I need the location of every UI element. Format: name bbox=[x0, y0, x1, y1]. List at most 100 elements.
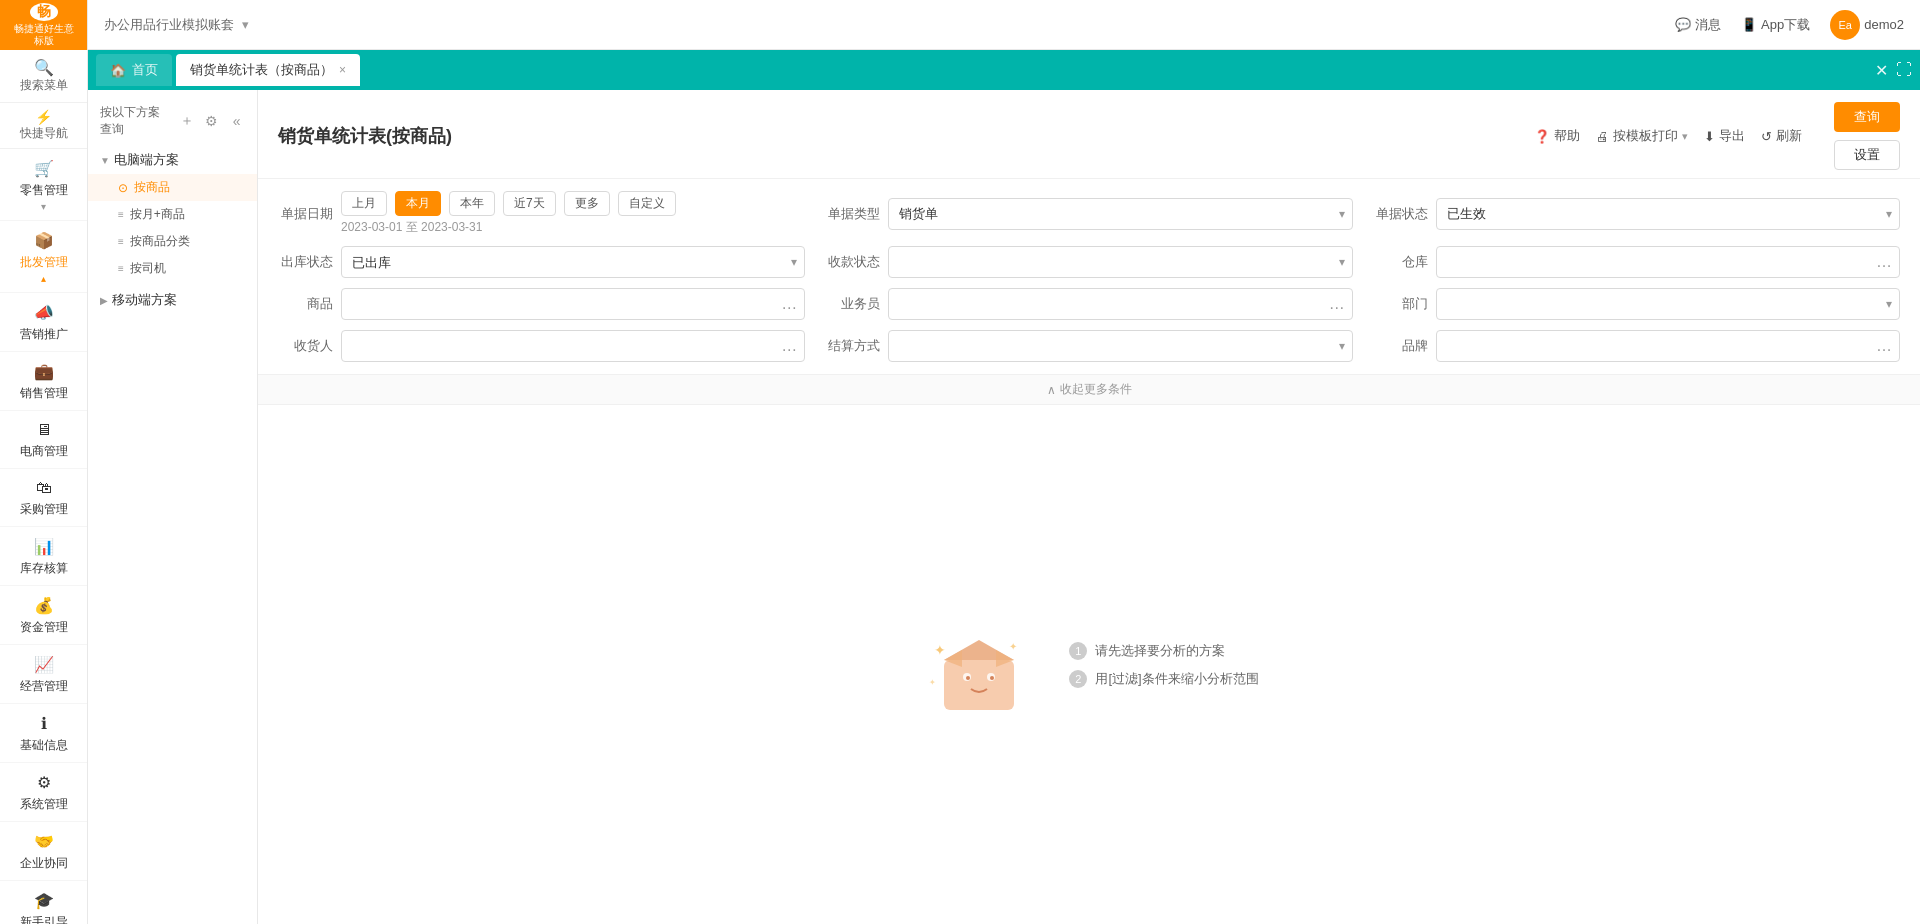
warehouse-dots-btn[interactable]: … bbox=[1876, 253, 1892, 271]
sidebar-newbie-label: 新手引导 bbox=[20, 914, 68, 924]
sidebar-item-system[interactable]: ⚙ 系统管理 bbox=[0, 763, 87, 822]
outstatus-select[interactable]: 已出库 bbox=[341, 246, 805, 278]
date-btn-more[interactable]: 更多 bbox=[564, 191, 610, 216]
scheme-group-mobile-header[interactable]: ▶ 移动端方案 bbox=[88, 286, 257, 314]
date-btn-7days[interactable]: 近7天 bbox=[503, 191, 556, 216]
svg-text:✦: ✦ bbox=[929, 678, 936, 687]
sidebar-item-inventory[interactable]: 📊 库存核算 bbox=[0, 527, 87, 586]
collectstatus-select[interactable] bbox=[888, 246, 1352, 278]
tab-close-window-icon[interactable]: ✕ bbox=[1875, 61, 1888, 80]
export-label: 导出 bbox=[1719, 127, 1745, 145]
empty-state: ✦ ✦ ✦ 1 请先选择要分析的方案 2 用[过滤]条件来缩小分析范围 bbox=[258, 405, 1920, 924]
sidebar-item-enterprise[interactable]: 🤝 企业协同 bbox=[0, 822, 87, 881]
type-select[interactable]: 销货单 bbox=[888, 198, 1352, 230]
status-control: 已生效 bbox=[1436, 198, 1900, 230]
date-btn-thismonth[interactable]: 本月 bbox=[395, 191, 441, 216]
scheme-add-btn[interactable]: ＋ bbox=[179, 111, 196, 131]
warehouse-input[interactable] bbox=[1436, 246, 1900, 278]
brand-input[interactable] bbox=[1436, 330, 1900, 362]
purchase-icon: 🛍 bbox=[36, 479, 52, 497]
system-icon: ⚙ bbox=[37, 773, 51, 792]
sidebar-item-sales[interactable]: 💼 销售管理 bbox=[0, 352, 87, 411]
sidebar-item-purchase[interactable]: 🛍 采购管理 bbox=[0, 469, 87, 527]
goods-dots-btn[interactable]: … bbox=[781, 295, 797, 313]
sidebar-item-retail[interactable]: 🛒 零售管理 ▾ bbox=[0, 149, 87, 221]
tab-home[interactable]: 🏠 首页 bbox=[96, 54, 172, 86]
user-avatar-btn[interactable]: Ea demo2 bbox=[1830, 10, 1904, 40]
sidebar-search-label: 搜索菜单 bbox=[6, 77, 81, 94]
app-download-btn[interactable]: 📱 App下载 bbox=[1741, 16, 1810, 34]
settlement-select[interactable] bbox=[888, 330, 1352, 362]
top-header: 办公用品行业模拟账套 ▾ 💬 消息 📱 App下载 Ea demo2 bbox=[88, 0, 1920, 50]
salesman-label: 业务员 bbox=[825, 295, 880, 313]
svg-text:✦: ✦ bbox=[1009, 641, 1017, 652]
query-button[interactable]: 查询 bbox=[1834, 102, 1900, 132]
sidebar-enterprise-label: 企业协同 bbox=[20, 855, 68, 872]
print-btn[interactable]: 🖨 按模板打印 ▾ bbox=[1596, 127, 1688, 145]
workspace-dropdown-icon[interactable]: ▾ bbox=[242, 17, 249, 32]
scheme-item-by-category[interactable]: ≡ 按商品分类 bbox=[88, 228, 257, 255]
sidebar-item-wholesale[interactable]: 📦 批发管理 ▴ bbox=[0, 221, 87, 293]
tab-maximize-icon[interactable]: ⛶ bbox=[1896, 61, 1912, 79]
sidebar-inventory-label: 库存核算 bbox=[20, 560, 68, 577]
sidebar-item-newbie[interactable]: 🎓 新手引导 bbox=[0, 881, 87, 924]
goods-label: 商品 bbox=[278, 295, 333, 313]
tab-active[interactable]: 销货单统计表（按商品） × bbox=[176, 54, 360, 86]
app-download-icon: 📱 bbox=[1741, 17, 1757, 32]
goods-input[interactable] bbox=[341, 288, 805, 320]
help-btn[interactable]: ❓ 帮助 bbox=[1534, 127, 1580, 145]
newbie-icon: 🎓 bbox=[34, 891, 54, 910]
scheme-panel-title: 按以下方案查询 bbox=[100, 104, 171, 138]
salesman-input[interactable] bbox=[888, 288, 1352, 320]
scheme-settings-btn[interactable]: ⚙ bbox=[203, 111, 220, 131]
date-label: 单据日期 bbox=[278, 205, 333, 223]
scheme-group-desktop: ▼ 电脑端方案 ⊙ 按商品 ≡ 按月+商品 ≡ 按商品分类 ≡ 按司机 bbox=[88, 144, 257, 284]
mobile-group-label: 移动端方案 bbox=[112, 291, 177, 309]
sidebar-item-ecom[interactable]: 🖥 电商管理 bbox=[0, 411, 87, 469]
status-select[interactable]: 已生效 bbox=[1436, 198, 1900, 230]
date-btn-lastmonth[interactable]: 上月 bbox=[341, 191, 387, 216]
refresh-btn[interactable]: ↺ 刷新 bbox=[1761, 127, 1802, 145]
svg-text:✦: ✦ bbox=[934, 642, 946, 658]
sidebar-wholesale-label: 批发管理 bbox=[20, 254, 68, 271]
by-driver-icon: ≡ bbox=[118, 263, 124, 274]
date-btn-custom[interactable]: 自定义 bbox=[618, 191, 676, 216]
filter-cell-type: 单据类型 销货单 bbox=[825, 191, 1352, 236]
tab-close-icon[interactable]: × bbox=[339, 63, 346, 77]
sidebar-item-basic[interactable]: ℹ 基础信息 bbox=[0, 704, 87, 763]
scheme-item-by-month-goods[interactable]: ≡ 按月+商品 bbox=[88, 201, 257, 228]
settings-button[interactable]: 设置 bbox=[1834, 140, 1900, 170]
filter-cell-outstatus: 出库状态 已出库 bbox=[278, 246, 805, 278]
sidebar-item-marketing[interactable]: 📣 营销推广 bbox=[0, 293, 87, 352]
print-dropdown-icon[interactable]: ▾ bbox=[1682, 130, 1688, 143]
by-category-label: 按商品分类 bbox=[130, 233, 190, 250]
brand-dots-btn[interactable]: … bbox=[1876, 337, 1892, 355]
sidebar-quicknav[interactable]: ⚡ 快捷导航 bbox=[0, 103, 87, 149]
filter-row-2: 出库状态 已出库 收款状态 bbox=[278, 246, 1900, 278]
workspace-label: 办公用品行业模拟账套 bbox=[104, 16, 234, 34]
date-btn-thisyear[interactable]: 本年 bbox=[449, 191, 495, 216]
app-download-label: App下载 bbox=[1761, 16, 1810, 34]
department-select[interactable] bbox=[1436, 288, 1900, 320]
export-btn[interactable]: ⬇ 导出 bbox=[1704, 127, 1745, 145]
operation-icon: 📈 bbox=[34, 655, 54, 674]
by-goods-label: 按商品 bbox=[134, 179, 170, 196]
message-btn[interactable]: 💬 消息 bbox=[1675, 16, 1721, 34]
retail-icon: 🛒 bbox=[34, 159, 54, 178]
collapse-bar[interactable]: ∧ 收起更多条件 bbox=[258, 375, 1920, 405]
user-name-label: demo2 bbox=[1864, 17, 1904, 32]
scheme-collapse-btn[interactable]: « bbox=[228, 111, 245, 131]
sidebar-system-label: 系统管理 bbox=[20, 796, 68, 813]
filter-cell-status: 单据状态 已生效 bbox=[1373, 191, 1900, 236]
sidebar-search[interactable]: 🔍 搜索菜单 bbox=[0, 50, 87, 103]
sidebar-item-finance[interactable]: 💰 资金管理 bbox=[0, 586, 87, 645]
scheme-group-desktop-header[interactable]: ▼ 电脑端方案 bbox=[88, 146, 257, 174]
logo-icon: 畅 bbox=[30, 3, 58, 21]
scheme-item-by-driver[interactable]: ≡ 按司机 bbox=[88, 255, 257, 282]
salesman-dots-btn[interactable]: … bbox=[1329, 295, 1345, 313]
sidebar-item-operation[interactable]: 📈 经营管理 bbox=[0, 645, 87, 704]
receiver-dots-btn[interactable]: … bbox=[781, 337, 797, 355]
scheme-item-by-goods[interactable]: ⊙ 按商品 bbox=[88, 174, 257, 201]
main-area: 办公用品行业模拟账套 ▾ 💬 消息 📱 App下载 Ea demo2 🏠 首页 bbox=[88, 0, 1920, 924]
receiver-input[interactable] bbox=[341, 330, 805, 362]
